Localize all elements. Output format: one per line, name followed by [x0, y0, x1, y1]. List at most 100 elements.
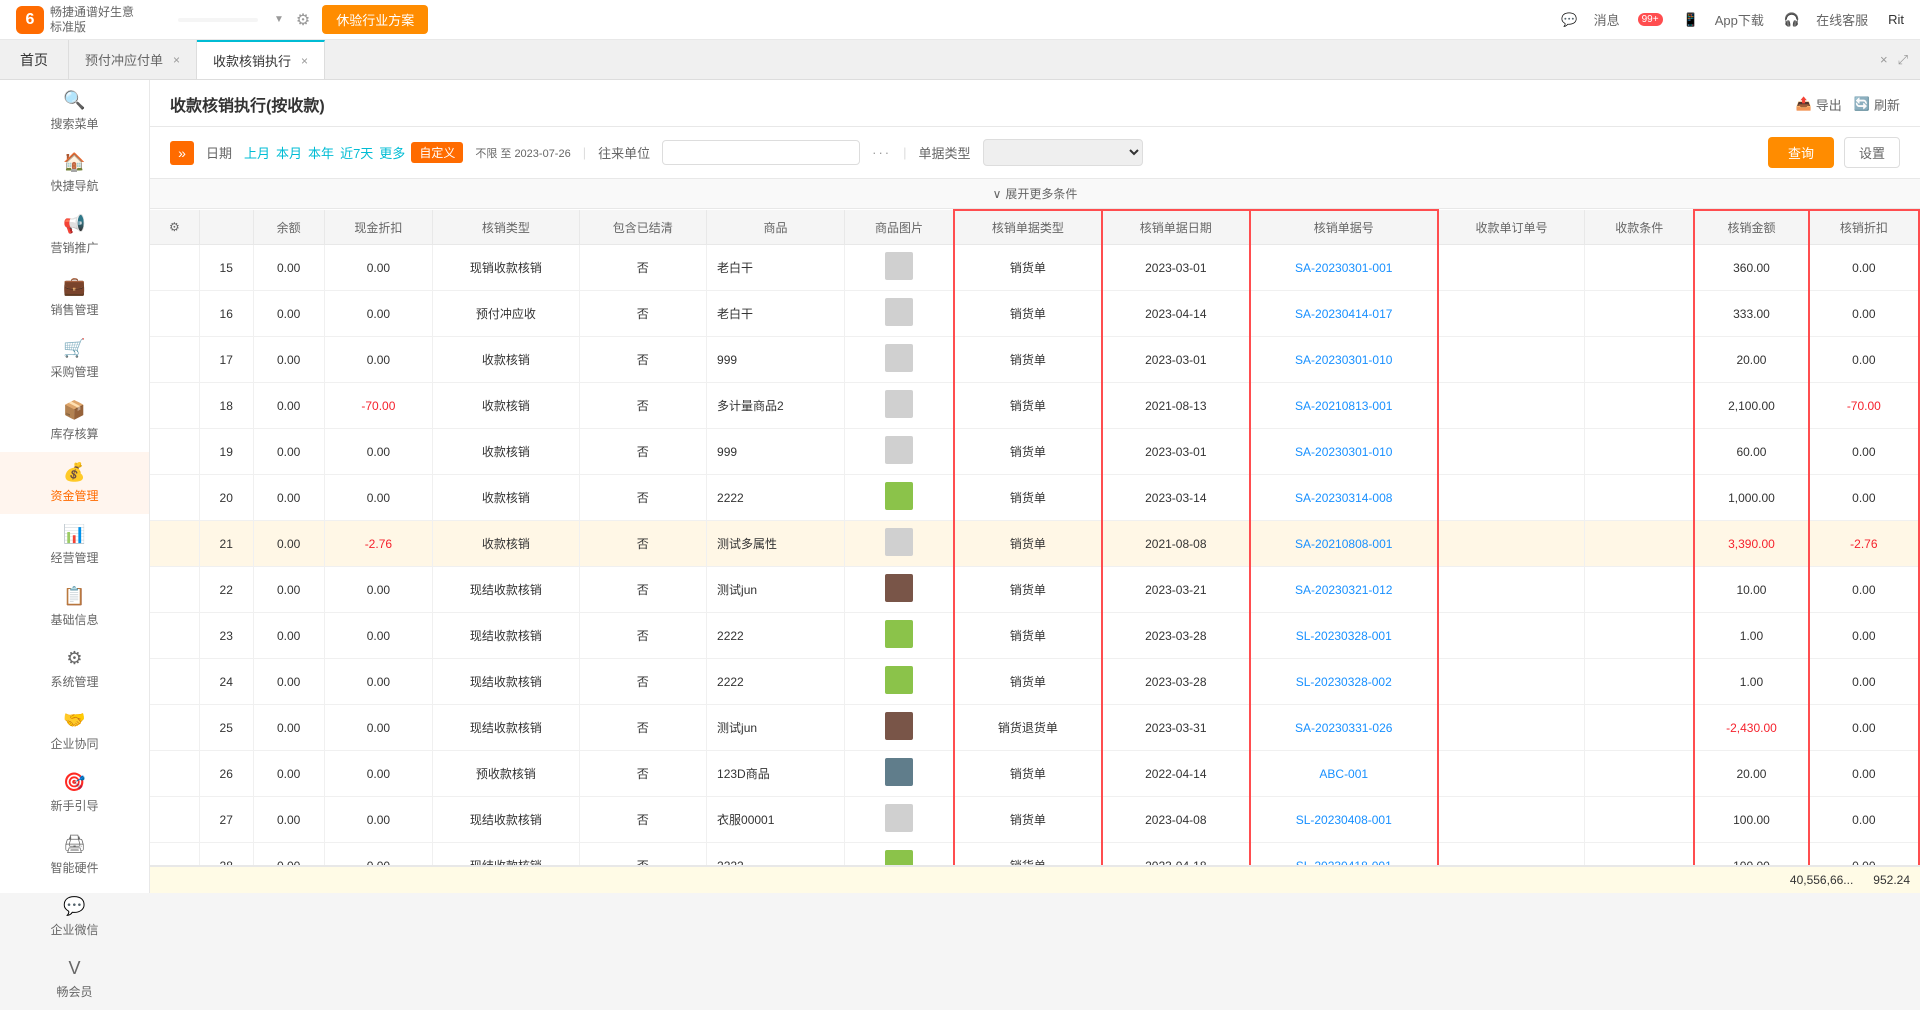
- td-cancel-discount: 0.00: [1809, 429, 1919, 475]
- breadcrumb-input[interactable]: [178, 18, 258, 22]
- td-cancel-no[interactable]: SA-20230321-012: [1250, 567, 1438, 613]
- td-cancel-no[interactable]: SL-20230328-001: [1250, 613, 1438, 659]
- td-cancel-no[interactable]: SL-20230328-002: [1250, 659, 1438, 705]
- settings-icon[interactable]: ⚙: [296, 10, 310, 30]
- td-cancel-no[interactable]: SL-20230408-001: [1250, 797, 1438, 843]
- cancel-no-link[interactable]: SL-20230408-001: [1296, 813, 1392, 827]
- sidebar-item-营销推广[interactable]: 📢营销推广: [0, 204, 149, 266]
- query-button[interactable]: 查询: [1768, 137, 1834, 168]
- tab-cancel-exec-close[interactable]: ×: [301, 54, 308, 68]
- cancel-no-link[interactable]: SL-20230328-002: [1296, 675, 1392, 689]
- td-gear: [150, 291, 199, 337]
- expand-more-bar[interactable]: ∨ 展开更多条件: [150, 179, 1920, 209]
- industry-solution-button[interactable]: 休验行业方案: [322, 5, 428, 34]
- tab-expand-icon[interactable]: ⤢: [1898, 52, 1908, 68]
- td-cancel-date: 2023-03-01: [1102, 245, 1250, 291]
- filter-expand-button[interactable]: »: [170, 141, 194, 165]
- cancel-no-link[interactable]: SA-20210808-001: [1295, 537, 1392, 551]
- last7-filter[interactable]: 近7天: [340, 143, 373, 162]
- export-button[interactable]: 📤 导出: [1796, 95, 1842, 114]
- cancel-no-link[interactable]: SL-20230328-001: [1296, 629, 1392, 643]
- this-month-filter[interactable]: 本月: [276, 143, 302, 162]
- td-goods: 2222: [707, 659, 845, 705]
- td-cancel-no[interactable]: SA-20230331-026: [1250, 705, 1438, 751]
- last-month-filter[interactable]: 上月: [244, 143, 270, 162]
- cancel-no-link[interactable]: SA-20230321-012: [1295, 583, 1392, 597]
- refresh-button[interactable]: 🔄 刷新: [1854, 95, 1900, 114]
- sidebar-item-新手引导[interactable]: 🎯新手引导: [0, 762, 149, 824]
- cancel-no-link[interactable]: SA-20230331-026: [1295, 721, 1392, 735]
- cancel-no-link[interactable]: SA-20230301-010: [1295, 445, 1392, 459]
- this-year-filter[interactable]: 本年: [308, 143, 334, 162]
- sidebar-item-资金管理[interactable]: 💰资金管理: [0, 452, 149, 514]
- td-receipt-condition: [1585, 705, 1694, 751]
- sidebar-item-库存核算[interactable]: 📦库存核算: [0, 390, 149, 452]
- td-cancel-voucher-type: 销货单: [954, 659, 1102, 705]
- sidebar-item-系统管理[interactable]: ⚙系统管理: [0, 638, 149, 700]
- td-cancel-no[interactable]: SA-20230314-008: [1250, 475, 1438, 521]
- td-cancel-no[interactable]: SA-20230301-001: [1250, 245, 1438, 291]
- td-cancel-no[interactable]: SA-20230301-010: [1250, 337, 1438, 383]
- td-cancel-type: 现结收款核销: [433, 659, 579, 705]
- cancel-no-link[interactable]: SA-20210813-001: [1295, 399, 1392, 413]
- table-settings-icon[interactable]: ⚙: [169, 220, 180, 234]
- table-row: 15 0.00 0.00 现销收款核销 否 老白干 销货单 2023-03-01…: [150, 245, 1919, 291]
- custom-filter-button[interactable]: 自定义: [411, 142, 463, 163]
- td-seq: 19: [199, 429, 253, 475]
- td-cancel-type: 预付冲应收: [433, 291, 579, 337]
- td-cash-discount: 0.00: [324, 659, 433, 705]
- sidebar-icon: 📋: [63, 586, 85, 607]
- sidebar-item-智能硬件[interactable]: 🖨智能硬件: [0, 824, 149, 886]
- more-filter[interactable]: 更多: [379, 143, 405, 162]
- logo-text: 畅捷通谱好生意 标准版: [50, 5, 134, 34]
- sidebar-item-销售管理[interactable]: 💼销售管理: [0, 266, 149, 328]
- tab-cancel-exec[interactable]: 收款核销执行 ×: [197, 40, 325, 79]
- cancel-no-link[interactable]: SA-20230314-008: [1295, 491, 1392, 505]
- sidebar-label: 企业微信: [50, 921, 98, 938]
- sidebar-icon: 📊: [63, 524, 85, 545]
- sidebar-item-搜索菜单[interactable]: 🔍搜索菜单: [0, 80, 149, 142]
- td-cancel-no[interactable]: SA-20210813-001: [1250, 383, 1438, 429]
- setting-button[interactable]: 设置: [1844, 137, 1900, 168]
- td-gear: [150, 337, 199, 383]
- dropdown-arrow-icon[interactable]: ▼: [274, 14, 284, 25]
- table-container[interactable]: ⚙ 余额 现金折扣 核销类型 包含已结清 商品 商品图片 核销单据类型 核销单据…: [150, 209, 1920, 865]
- sidebar-item-企业协同[interactable]: 🤝企业协同: [0, 700, 149, 762]
- sidebar-icon: 💼: [63, 276, 85, 297]
- from-unit-input[interactable]: [662, 140, 860, 165]
- td-cancel-no[interactable]: SA-20230414-017: [1250, 291, 1438, 337]
- td-cancel-amount: 2,100.00: [1694, 383, 1808, 429]
- td-receipt-condition: [1585, 383, 1694, 429]
- sidebar-item-快捷导航[interactable]: 🏠快捷导航: [0, 142, 149, 204]
- th-gear[interactable]: ⚙: [150, 210, 199, 245]
- table-header-row: ⚙ 余额 现金折扣 核销类型 包含已结清 商品 商品图片 核销单据类型 核销单据…: [150, 210, 1919, 245]
- tab-close-all-icon[interactable]: ×: [1880, 52, 1888, 67]
- app-download-group[interactable]: 📱 App下载: [1683, 10, 1764, 29]
- voucher-type-select[interactable]: [983, 139, 1143, 166]
- filter-divider2: |: [903, 145, 906, 160]
- cancel-no-link[interactable]: ABC-001: [1319, 767, 1368, 781]
- tab-prepay[interactable]: 预付冲应付单 ×: [69, 40, 197, 79]
- sidebar-item-畅会员[interactable]: V畅会员: [0, 948, 149, 1010]
- cancel-no-link[interactable]: SA-20230301-001: [1295, 261, 1392, 275]
- tab-prepay-close[interactable]: ×: [173, 53, 180, 67]
- td-cash-discount: 0.00: [324, 843, 433, 866]
- td-cancel-voucher-type: 销货单: [954, 751, 1102, 797]
- sidebar-item-采购管理[interactable]: 🛒采购管理: [0, 328, 149, 390]
- td-cancel-discount: 0.00: [1809, 659, 1919, 705]
- cancel-no-link[interactable]: SA-20230414-017: [1295, 307, 1392, 321]
- online-service-group[interactable]: 🎧 在线客服: [1784, 10, 1868, 29]
- message-group[interactable]: 💬 消息 99+: [1561, 10, 1662, 29]
- td-cancel-no[interactable]: SA-20210808-001: [1250, 521, 1438, 567]
- td-include-settled: 否: [579, 659, 706, 705]
- sidebar-item-经营管理[interactable]: 📊经营管理: [0, 514, 149, 576]
- tab-home[interactable]: 首页: [0, 40, 69, 79]
- td-cancel-no[interactable]: ABC-001: [1250, 751, 1438, 797]
- td-seq: 27: [199, 797, 253, 843]
- sidebar-item-基础信息[interactable]: 📋基础信息: [0, 576, 149, 638]
- sidebar-item-企业微信[interactable]: 💬企业微信: [0, 886, 149, 948]
- cancel-no-link[interactable]: SA-20230301-010: [1295, 353, 1392, 367]
- td-cancel-no[interactable]: SL-20230418-001: [1250, 843, 1438, 866]
- td-goods-img: [845, 751, 954, 797]
- td-cancel-no[interactable]: SA-20230301-010: [1250, 429, 1438, 475]
